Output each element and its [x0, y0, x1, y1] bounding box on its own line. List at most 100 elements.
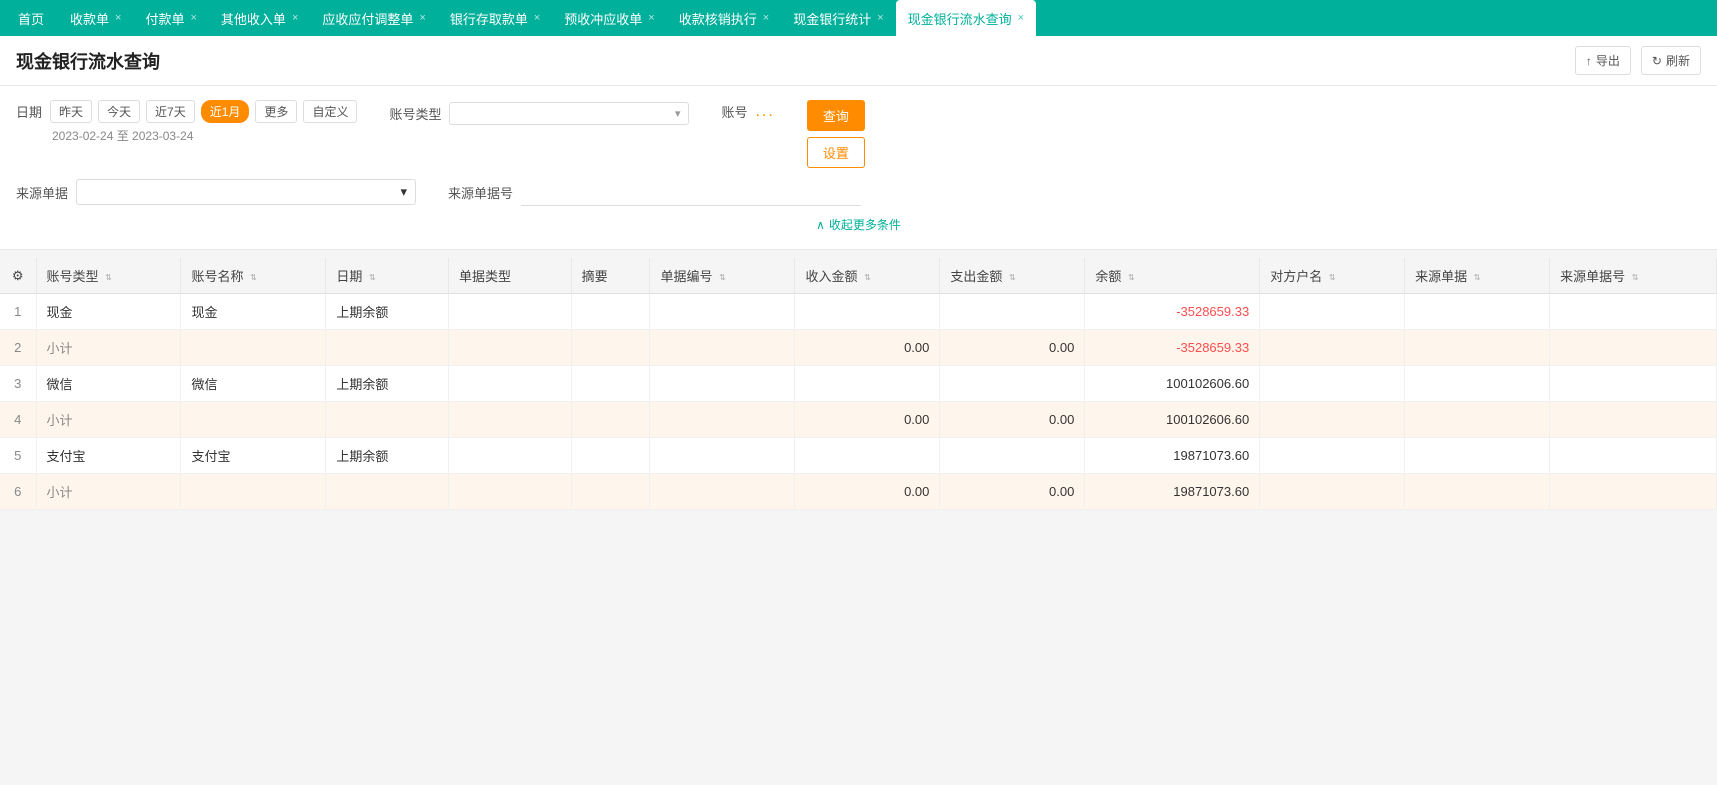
cell-doc-no — [650, 438, 795, 474]
refresh-button[interactable]: ↻ 刷新 — [1641, 46, 1701, 75]
cell-source-doc — [1405, 402, 1550, 438]
close-icon[interactable]: × — [115, 12, 121, 24]
row-number: 1 — [0, 294, 36, 330]
source-doc-select[interactable]: ▾ — [76, 179, 416, 205]
date-today-btn[interactable]: 今天 — [98, 100, 140, 123]
filter-area: 日期 昨天 今天 近7天 近1月 更多 自定义 2023-02-24 至 202… — [0, 86, 1717, 250]
cell-account-name: 现金 — [181, 294, 326, 330]
cell-source-doc-no — [1550, 402, 1717, 438]
col-source-doc-no[interactable]: 来源单据号 ⇅ — [1550, 258, 1717, 294]
date-1month-btn[interactable]: 近1月 — [201, 100, 250, 123]
query-button[interactable]: 查询 — [807, 100, 865, 131]
nav-tab-shoukuan[interactable]: 收款单 × — [58, 0, 133, 36]
col-income[interactable]: 收入金额 ⇅ — [795, 258, 940, 294]
account-type-select[interactable]: ▾ — [449, 102, 689, 125]
close-icon[interactable]: × — [534, 12, 540, 24]
sort-icon: ⇅ — [719, 273, 726, 282]
table-row: 3 微信 微信 上期余额 100102606.60 — [0, 366, 1717, 402]
close-icon[interactable]: × — [763, 12, 769, 24]
cell-account-name: 微信 — [181, 366, 326, 402]
date-shortcuts: 昨天 今天 近7天 近1月 更多 自定义 — [50, 100, 357, 123]
data-table-container: ⚙ 账号类型 ⇅ 账号名称 ⇅ 日期 ⇅ 单据类型 摘要 — [0, 258, 1717, 510]
filter-source-row: 来源单据 ▾ 来源单据号 — [16, 178, 1701, 206]
export-icon: ↑ — [1586, 54, 1592, 68]
cell-account-name — [181, 474, 326, 510]
account-type-label: 账号类型 — [389, 104, 441, 123]
cell-balance: 19871073.60 — [1085, 474, 1260, 510]
nav-tab-bank-stat[interactable]: 现金银行统计 × — [781, 0, 895, 36]
cell-summary — [571, 438, 650, 474]
close-icon[interactable]: × — [419, 12, 425, 24]
col-account-type[interactable]: 账号类型 ⇅ — [36, 258, 181, 294]
cell-summary — [571, 330, 650, 366]
cell-counterparty — [1260, 402, 1405, 438]
cell-doc-type — [448, 402, 571, 438]
cell-doc-no — [650, 366, 795, 402]
cell-account-type: 支付宝 — [36, 438, 181, 474]
nav-tab-adjustment[interactable]: 应收应付调整单 × — [310, 0, 437, 36]
source-doc-no-input[interactable] — [521, 178, 861, 206]
date-custom-btn[interactable]: 自定义 — [303, 100, 357, 123]
close-icon[interactable]: × — [190, 12, 196, 24]
cell-doc-no — [650, 402, 795, 438]
cell-doc-no — [650, 294, 795, 330]
col-expense[interactable]: 支出金额 ⇅ — [940, 258, 1085, 294]
cell-source-doc — [1405, 294, 1550, 330]
nav-tab-other-income[interactable]: 其他收入单 × — [209, 0, 310, 36]
dots-button[interactable]: ... — [755, 103, 774, 121]
col-source-doc[interactable]: 来源单据 ⇅ — [1405, 258, 1550, 294]
close-icon[interactable]: × — [648, 12, 654, 24]
col-balance[interactable]: 余额 ⇅ — [1085, 258, 1260, 294]
table-row: 4 小计 0.00 0.00 100102606.60 — [0, 402, 1717, 438]
cell-doc-no — [650, 474, 795, 510]
nav-tab-bank-deposit[interactable]: 银行存取款单 × — [438, 0, 552, 36]
col-counterparty[interactable]: 对方户名 ⇅ — [1260, 258, 1405, 294]
col-date[interactable]: 日期 ⇅ — [326, 258, 449, 294]
nav-home[interactable]: 首页 — [4, 0, 58, 36]
sort-icon: ⇅ — [1009, 273, 1016, 282]
sort-icon: ⇅ — [1474, 273, 1481, 282]
row-number: 6 — [0, 474, 36, 510]
col-settings[interactable]: ⚙ — [0, 258, 36, 294]
cell-expense — [940, 294, 1085, 330]
cell-doc-type — [448, 294, 571, 330]
nav-tab-prepayment[interactable]: 预收冲应收单 × — [552, 0, 666, 36]
col-doc-no[interactable]: 单据编号 ⇅ — [650, 258, 795, 294]
top-navigation: 首页 收款单 × 付款单 × 其他收入单 × 应收应付调整单 × 银行存取款单 … — [0, 0, 1717, 36]
cell-date — [326, 402, 449, 438]
collapse-bar[interactable]: ∧ 收起更多条件 — [16, 212, 1701, 241]
cell-income: 0.00 — [795, 474, 940, 510]
chevron-down-icon: ▾ — [675, 107, 681, 120]
cell-account-type: 微信 — [36, 366, 181, 402]
close-icon[interactable]: × — [1018, 12, 1024, 24]
date-yesterday-btn[interactable]: 昨天 — [50, 100, 92, 123]
settings-icon[interactable]: ⚙ — [12, 268, 24, 283]
cell-source-doc — [1405, 330, 1550, 366]
export-button[interactable]: ↑ 导出 — [1575, 46, 1631, 75]
cell-source-doc-no — [1550, 474, 1717, 510]
nav-tab-bank-flow[interactable]: 现金银行流水查询 × — [896, 0, 1036, 36]
header-actions: ↑ 导出 ↻ 刷新 — [1575, 46, 1701, 75]
sort-icon: ⇅ — [1128, 273, 1135, 282]
date-7days-btn[interactable]: 近7天 — [146, 100, 195, 123]
cell-expense — [940, 438, 1085, 474]
close-icon[interactable]: × — [292, 12, 298, 24]
nav-tab-fukuan[interactable]: 付款单 × — [133, 0, 208, 36]
table-row: 2 小计 0.00 0.00 -3528659.33 — [0, 330, 1717, 366]
table-body: 1 现金 现金 上期余额 -3528659.33 2 小计 0.00 0.00 … — [0, 294, 1717, 510]
col-account-name[interactable]: 账号名称 ⇅ — [181, 258, 326, 294]
settings-button[interactable]: 设置 — [807, 137, 865, 168]
date-label: 日期 — [16, 102, 42, 121]
account-label: 账号 — [721, 102, 747, 121]
cell-counterparty — [1260, 474, 1405, 510]
close-icon[interactable]: × — [877, 12, 883, 24]
table-row: 5 支付宝 支付宝 上期余额 19871073.60 — [0, 438, 1717, 474]
table-row: 6 小计 0.00 0.00 19871073.60 — [0, 474, 1717, 510]
sort-icon: ⇅ — [864, 273, 871, 282]
refresh-icon: ↻ — [1652, 54, 1662, 68]
source-doc-no-label: 来源单据号 — [448, 183, 513, 202]
cell-source-doc-no — [1550, 294, 1717, 330]
date-more-btn[interactable]: 更多 — [255, 100, 297, 123]
collapse-icon: ∧ — [816, 218, 825, 232]
nav-tab-verify[interactable]: 收款核销执行 × — [667, 0, 781, 36]
